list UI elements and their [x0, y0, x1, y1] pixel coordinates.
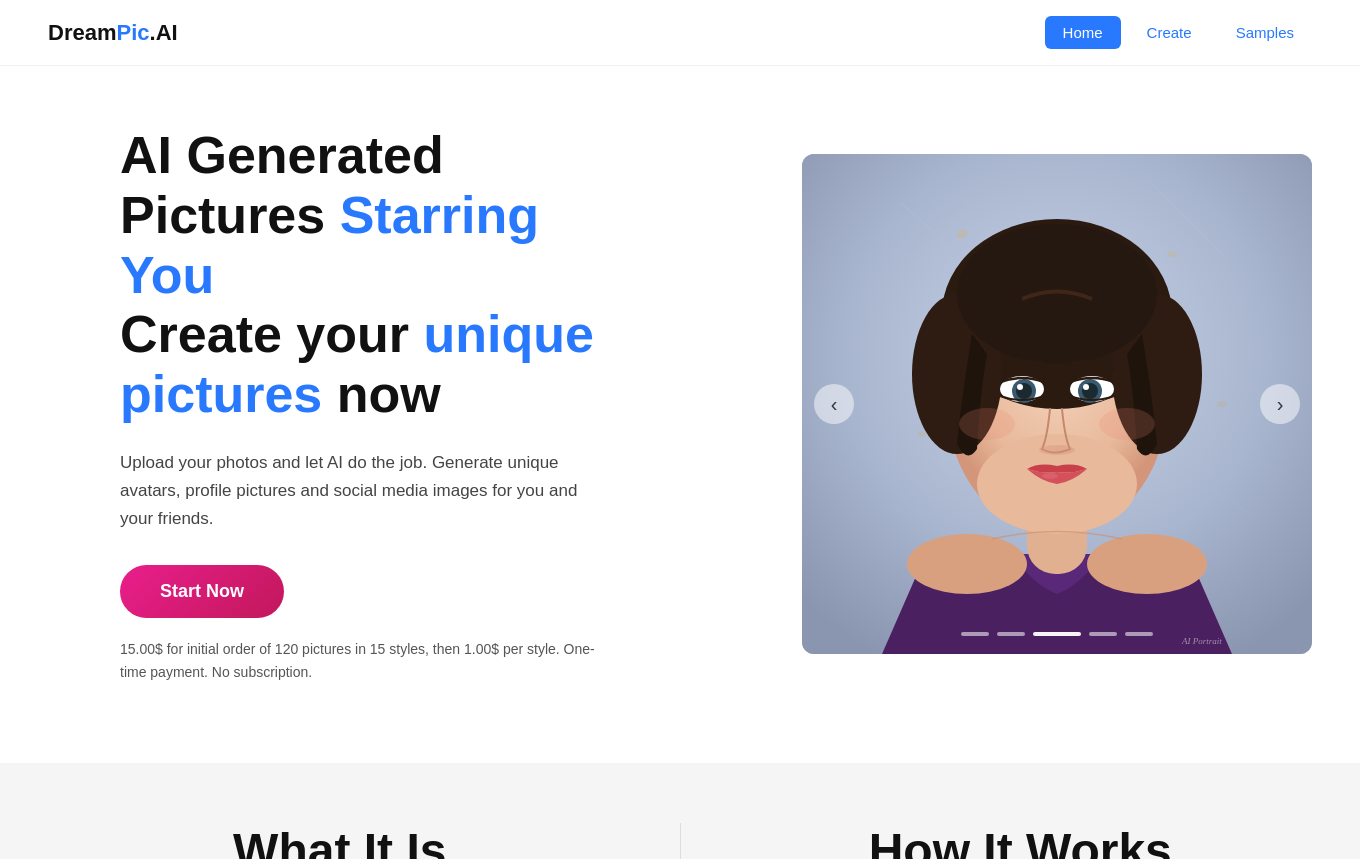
carousel-dot-5[interactable] — [1125, 632, 1153, 636]
svg-point-12 — [907, 534, 1027, 594]
logo-dream: Dream — [48, 20, 116, 45]
hero-left: AI Generated Pictures Starring You Creat… — [120, 126, 680, 683]
nav-home[interactable]: Home — [1045, 16, 1121, 49]
carousel-prev-button[interactable]: ‹ — [814, 384, 854, 424]
hero-title-create: Create your — [120, 305, 423, 363]
how-it-works-col: How It Works — [681, 823, 1361, 859]
logo: DreamPic.AI — [48, 20, 178, 46]
carousel-dot-1[interactable] — [961, 632, 989, 636]
navbar: DreamPic.AI Home Create Samples — [0, 0, 1360, 66]
hero-title-starring: Starring — [340, 186, 539, 244]
svg-point-30 — [1042, 473, 1058, 479]
nav-samples[interactable]: Samples — [1218, 16, 1312, 49]
bottom-section: What It Is How It Works — [0, 763, 1360, 859]
hero-title-unique: unique — [423, 305, 593, 363]
svg-point-20 — [957, 224, 1157, 364]
svg-point-32 — [1099, 408, 1155, 440]
what-it-is-col: What It Is — [0, 823, 680, 859]
carousel-dots — [961, 632, 1153, 636]
hero-title-line1: AI Generated — [120, 126, 444, 184]
start-now-button[interactable]: Start Now — [120, 565, 284, 618]
hero-title: AI Generated Pictures Starring You Creat… — [120, 126, 680, 425]
carousel-dot-3[interactable] — [1033, 632, 1081, 636]
svg-point-28 — [1083, 384, 1089, 390]
what-it-is-heading: What It Is — [60, 823, 620, 859]
svg-point-31 — [959, 408, 1015, 440]
carousel-image: AI Portrait — [802, 154, 1312, 654]
svg-text:AI Portrait: AI Portrait — [1181, 636, 1222, 646]
hero-title-now: now — [322, 365, 440, 423]
carousel-dot-4[interactable] — [1089, 632, 1117, 636]
logo-ai: .AI — [150, 20, 178, 45]
hero-section: AI Generated Pictures Starring You Creat… — [0, 66, 1360, 763]
svg-point-13 — [1087, 534, 1207, 594]
pricing-note: 15.00$ for initial order of 120 pictures… — [120, 638, 600, 683]
hero-title-pictures: pictures — [120, 365, 322, 423]
carousel-dot-2[interactable] — [997, 632, 1025, 636]
how-it-works-heading: How It Works — [741, 823, 1301, 859]
svg-point-29 — [1039, 445, 1075, 455]
carousel: AI Portrait ‹ › — [802, 154, 1312, 654]
hero-right: AI Portrait ‹ › — [802, 154, 1312, 654]
logo-pic: Pic — [116, 20, 149, 45]
svg-point-24 — [1017, 384, 1023, 390]
nav-create[interactable]: Create — [1129, 16, 1210, 49]
carousel-next-button[interactable]: › — [1260, 384, 1300, 424]
nav-links: Home Create Samples — [1045, 16, 1312, 49]
hero-title-you: You — [120, 246, 214, 304]
hero-title-line2-plain: Pictures — [120, 186, 340, 244]
hero-description: Upload your photos and let AI do the job… — [120, 449, 600, 533]
